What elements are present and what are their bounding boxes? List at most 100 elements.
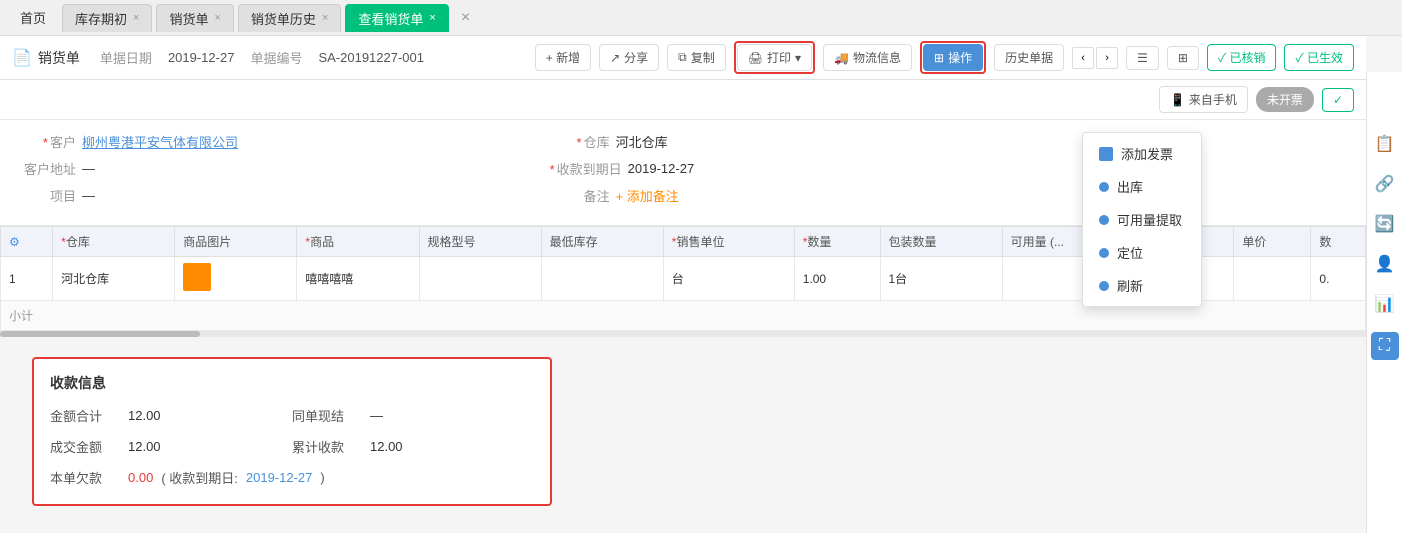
dropdown-outbound[interactable]: 出库 (1083, 170, 1201, 203)
next-button[interactable]: › (1096, 47, 1118, 69)
effective-button[interactable]: ✓ 已生效 (1284, 44, 1354, 71)
cell-num: 1 (1, 257, 53, 301)
col-spec: 规格型号 (419, 227, 541, 257)
sidebar-icon-2[interactable]: 🔗 (1373, 172, 1397, 196)
col-image: 商品图片 (175, 227, 297, 257)
share-icon: ↗ (610, 51, 620, 65)
tab-sales-history[interactable]: 销货单历史 × (238, 4, 341, 32)
due-date-note-value: 2019-12-27 (246, 470, 313, 485)
view-toggle-grid[interactable]: ⊞ (1167, 46, 1199, 70)
toolbar-actions: + 新增 ↗ 分享 ⧉ 复制 🖨 打印 ▾ (535, 41, 1354, 74)
payment-title: 收款信息 (50, 373, 534, 393)
tab-view-sales[interactable]: 查看销货单 × (345, 4, 448, 32)
locate-icon (1099, 248, 1109, 258)
tab-sales[interactable]: 销货单 × (156, 4, 233, 32)
cell-spec (419, 257, 541, 301)
copy-button[interactable]: ⧉ 复制 (667, 44, 726, 71)
dropdown-add-invoice[interactable]: 添加发票 (1083, 137, 1201, 170)
col-pack-qty: 包装数量 (880, 227, 1002, 257)
sidebar-icon-3[interactable]: 🔄 (1373, 212, 1397, 236)
deal-amount-row: 成交金额 12.00 (50, 434, 292, 459)
tab-inventory[interactable]: 库存期初 × (62, 4, 152, 32)
print-icon: 🖨 (748, 51, 763, 65)
tab-home[interactable]: 首页 (8, 4, 58, 32)
share-button[interactable]: ↗ 分享 (599, 44, 659, 71)
same-order-value: — (370, 408, 383, 423)
print-highlight-box: 🖨 打印 ▾ (734, 41, 815, 74)
dropdown-available-qty[interactable]: 可用量提取 (1083, 203, 1201, 236)
col-price: 单价 (1234, 227, 1311, 257)
overdue-value: 0.00 (128, 470, 153, 485)
cumulative-row: 累计收款 12.00 (292, 434, 534, 459)
col-warehouse: *仓库 (53, 227, 175, 257)
operations-dropdown: 添加发票 出库 可用量提取 定位 刷新 (1082, 132, 1202, 307)
total-amount-value: 12.00 (128, 408, 161, 423)
col-unit: *销售单位 (663, 227, 794, 257)
customer-field: *客户 柳州粤港平安气体有限公司 (16, 132, 550, 151)
window-close-button[interactable]: × (461, 9, 470, 27)
cell-price (1234, 257, 1311, 301)
doc-date: 2019-12-27 (168, 50, 235, 65)
customer-value[interactable]: 柳州粤港平安气体有限公司 (82, 132, 238, 151)
tab-close-inventory[interactable]: × (133, 12, 139, 24)
action-row: 📱 来自手机 未开票 ✓ (0, 80, 1366, 120)
tab-bar: 首页 库存期初 × 销货单 × 销货单历史 × 查看销货单 × × (0, 0, 1402, 36)
cell-other: 0. (1311, 257, 1366, 301)
new-button[interactable]: + 新增 (535, 44, 591, 71)
tab-close-view-sales[interactable]: × (429, 12, 435, 24)
warehouse-value: 河北仓库 (616, 132, 668, 151)
from-mobile-button[interactable]: 📱 来自手机 (1159, 86, 1248, 113)
sidebar-icon-4[interactable]: 👤 (1373, 252, 1397, 276)
total-amount-row: 金额合计 12.00 (50, 403, 292, 428)
doc-title-text: 销货单 (38, 48, 80, 68)
history-button[interactable]: 历史单据 (994, 44, 1064, 71)
doc-title: 📄 销货单 (12, 48, 80, 68)
truck-icon: 🚚 (834, 51, 849, 65)
same-order-row: 同单现结 — (292, 403, 534, 428)
address-field: 客户地址 — (16, 159, 550, 178)
sidebar-icon-5[interactable]: 📊 (1373, 292, 1397, 316)
toolbar: 📄 销货单 单据日期 2019-12-27 单据编号 SA-20191227-0… (0, 36, 1366, 80)
confirm-button[interactable]: ✓ (1322, 88, 1354, 112)
doc-meta: 单据日期 2019-12-27 单据编号 SA-20191227-001 (100, 48, 424, 67)
col-min-stock: 最低库存 (541, 227, 663, 257)
project-field: 项目 — (16, 186, 550, 205)
logistics-button[interactable]: 🚚 物流信息 (823, 44, 912, 71)
cell-qty: 1.00 (794, 257, 880, 301)
project-value: — (82, 188, 95, 203)
right-sidebar: 📋 🔗 🔄 👤 📊 ⛶ (1366, 72, 1402, 533)
mobile-icon: 📱 (1170, 93, 1185, 107)
copy-icon: ⧉ (678, 50, 687, 65)
warehouse-field: *仓库 河北仓库 (550, 132, 1084, 151)
duedate-value: 2019-12-27 (628, 161, 695, 176)
col-qty: *数量 (794, 227, 880, 257)
unopened-button[interactable]: 未开票 (1256, 87, 1314, 112)
tab-close-sales[interactable]: × (214, 12, 220, 24)
doc-number: SA-20191227-001 (318, 50, 424, 65)
col-settings[interactable]: ⚙ (1, 227, 53, 257)
sold-button[interactable]: ✓ 已核销 (1207, 44, 1277, 71)
bottom-area: 收款信息 金额合计 12.00 同单现结 — 成交金额 12.00 (0, 337, 1366, 526)
dropdown-refresh[interactable]: 刷新 (1083, 269, 1201, 302)
dropdown-locate[interactable]: 定位 (1083, 236, 1201, 269)
operations-button[interactable]: ⊞ 操作 (923, 44, 983, 71)
prev-button[interactable]: ‹ (1072, 47, 1094, 69)
view-toggle-list[interactable]: ☰ (1126, 46, 1159, 70)
add-note-button[interactable]: + 添加备注 (616, 186, 679, 205)
nav-arrows: ‹ › (1072, 47, 1118, 69)
cell-min-stock (541, 257, 663, 301)
cumulative-value: 12.00 (370, 439, 403, 454)
add-invoice-icon (1099, 147, 1113, 161)
tab-close-sales-history[interactable]: × (322, 12, 328, 24)
sidebar-icon-1[interactable]: 📋 (1373, 132, 1397, 156)
sidebar-icon-expand[interactable]: ⛶ (1371, 332, 1399, 360)
refresh-icon (1099, 281, 1109, 291)
cell-product: 嘻嘻嘻嘻 (297, 257, 419, 301)
print-button[interactable]: 🖨 打印 ▾ (737, 44, 812, 71)
payment-section: 收款信息 金额合计 12.00 同单现结 — 成交金额 12.00 (32, 357, 552, 506)
address-value: — (82, 161, 95, 176)
operations-highlight-box: ⊞ 操作 (920, 41, 986, 74)
duedate-field: *收款到期日 2019-12-27 (550, 159, 1084, 178)
outbound-icon (1099, 182, 1109, 192)
deal-amount-value: 12.00 (128, 439, 161, 454)
